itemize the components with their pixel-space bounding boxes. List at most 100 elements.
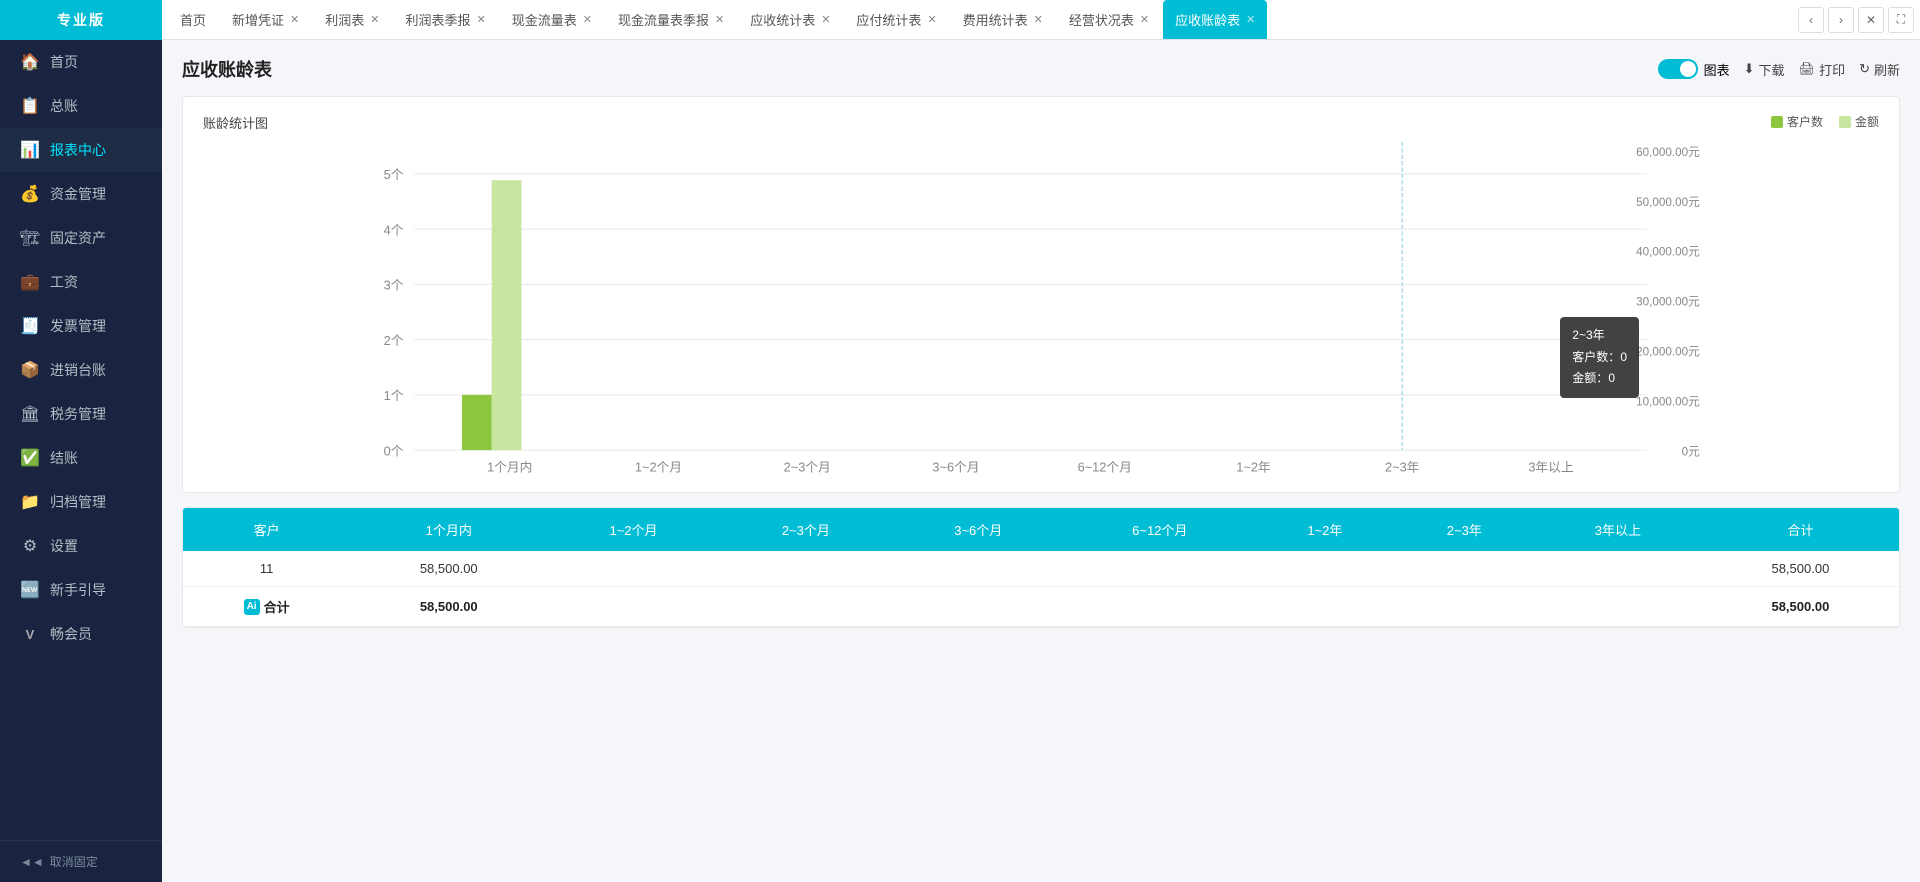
page-title: 应收账龄表 — [182, 56, 272, 82]
tab-payable-stat-close[interactable]: ✕ — [927, 13, 936, 26]
th-1m: 1个月内 — [350, 508, 547, 551]
tab-new-voucher-close[interactable]: ✕ — [290, 13, 299, 26]
td-3-6m — [892, 551, 1064, 587]
th-total: 合计 — [1702, 508, 1899, 551]
pin-icon: ◄◄ — [20, 855, 44, 869]
total-icon: Ai — [244, 599, 260, 615]
chart-toggle-label: 图表 — [1704, 60, 1730, 79]
tax-icon: 🏛 — [20, 404, 40, 424]
total-label: 合计 — [264, 597, 290, 616]
total-total: 58,500.00 — [1702, 587, 1899, 627]
tab-profit[interactable]: 利润表 ✕ — [313, 0, 391, 39]
tab-business-stat[interactable]: 经营状况表 ✕ — [1057, 0, 1161, 39]
sidebar-item-salary[interactable]: 💼 工资 — [0, 260, 162, 304]
sidebar-label-funds: 资金管理 — [50, 184, 106, 204]
tab-business-stat-label: 经营状况表 — [1069, 10, 1134, 29]
sidebar-item-member[interactable]: V 畅会员 — [0, 612, 162, 656]
total-row-icon: Ai 合计 — [244, 597, 290, 616]
total-6-12m — [1064, 587, 1255, 627]
tab-expense-stat[interactable]: 费用统计表 ✕ — [951, 0, 1055, 39]
archive-icon: 📁 — [20, 492, 40, 512]
tab-receivable-stat-close[interactable]: ✕ — [821, 13, 830, 26]
sidebar-item-funds[interactable]: 💰 资金管理 — [0, 172, 162, 216]
tab-cashflow-label: 现金流量表 — [512, 10, 577, 29]
refresh-button[interactable]: ↻ 刷新 — [1859, 60, 1900, 79]
td-2-3m — [720, 551, 892, 587]
sidebar-item-settings[interactable]: ⚙ 设置 — [0, 524, 162, 568]
total-label-cell: Ai 合计 — [183, 587, 350, 627]
chart-toggle[interactable] — [1658, 59, 1698, 79]
download-icon: ⬇ — [1744, 61, 1755, 77]
tab-business-stat-close[interactable]: ✕ — [1140, 13, 1149, 26]
total-1-2y — [1255, 587, 1394, 627]
page-actions: 图表 ⬇ 下载 🖨 打印 ↻ 刷新 — [1658, 59, 1900, 79]
tab-close-button[interactable]: ✕ — [1858, 7, 1884, 33]
svg-text:2~3个月: 2~3个月 — [784, 459, 831, 474]
chart-container: 0个 1个 2个 3个 4个 5个 0元 10,000.00元 20,000.0… — [203, 142, 1879, 482]
tab-payable-stat-label: 应付统计表 — [856, 10, 921, 29]
home-icon: 🏠 — [20, 52, 40, 72]
data-table: 客户 1个月内 1~2个月 2~3个月 3~6个月 6~12个月 1~2年 2~… — [183, 508, 1899, 627]
tab-next-button[interactable]: › — [1828, 7, 1854, 33]
tab-receivable-stat[interactable]: 应收统计表 ✕ — [738, 0, 842, 39]
sidebar-item-invoice[interactable]: 🧾 发票管理 — [0, 304, 162, 348]
app-logo: 专业版 — [0, 0, 162, 40]
sidebar-pin-toggle[interactable]: ◄◄ 取消固定 — [0, 840, 162, 882]
tab-bar: 首页 新增凭证 ✕ 利润表 ✕ 利润表季报 ✕ 现金流量表 ✕ 现金流量表季报 … — [162, 0, 1920, 40]
total-3-6m — [892, 587, 1064, 627]
legend-customers: 客户数 — [1771, 113, 1823, 130]
sidebar-item-tax[interactable]: 🏛 税务管理 — [0, 392, 162, 436]
tab-new-voucher[interactable]: 新增凭证 ✕ — [220, 0, 311, 39]
checkout-icon: ✅ — [20, 448, 40, 468]
tab-new-voucher-label: 新增凭证 — [232, 10, 284, 29]
download-button[interactable]: ⬇ 下载 — [1744, 60, 1785, 79]
tab-profit-quarter-close[interactable]: ✕ — [477, 13, 486, 26]
invoice-icon: 🧾 — [20, 316, 40, 336]
legend-customers-label: 客户数 — [1787, 113, 1823, 130]
refresh-label: 刷新 — [1874, 60, 1900, 79]
member-icon: V — [20, 627, 40, 642]
tab-cashflow[interactable]: 现金流量表 ✕ — [500, 0, 604, 39]
sidebar-item-checkout[interactable]: ✅ 结账 — [0, 436, 162, 480]
tab-expense-stat-close[interactable]: ✕ — [1034, 13, 1043, 26]
sidebar-item-reports[interactable]: 📊 报表中心 — [0, 128, 162, 172]
print-label: 打印 — [1819, 60, 1845, 79]
reports-icon: 📊 — [20, 140, 40, 160]
tab-ar-aging-close[interactable]: ✕ — [1246, 13, 1255, 26]
tab-ar-aging-label: 应收账龄表 — [1175, 10, 1240, 29]
sidebar-item-guide[interactable]: 🆕 新手引导 — [0, 568, 162, 612]
th-2-3m: 2~3个月 — [720, 508, 892, 551]
tab-home[interactable]: 首页 — [168, 0, 218, 39]
sidebar-item-ledger[interactable]: 📋 总账 — [0, 84, 162, 128]
svg-text:1~2年: 1~2年 — [1236, 459, 1271, 474]
tab-ar-aging[interactable]: 应收账龄表 ✕ — [1163, 0, 1267, 39]
svg-text:3~6个月: 3~6个月 — [932, 459, 979, 474]
tab-cashflow-close[interactable]: ✕ — [583, 13, 592, 26]
tab-cashflow-quarter-close[interactable]: ✕ — [715, 13, 724, 26]
td-1-2y — [1255, 551, 1394, 587]
tab-profit-quarter[interactable]: 利润表季报 ✕ — [393, 0, 497, 39]
sidebar-item-home[interactable]: 🏠 首页 — [0, 40, 162, 84]
sidebar-item-archive[interactable]: 📁 归档管理 — [0, 480, 162, 524]
svg-text:2~3年: 2~3年 — [1385, 459, 1420, 474]
th-customer: 客户 — [183, 508, 350, 551]
sidebar-label-reports: 报表中心 — [50, 140, 106, 160]
sidebar-item-sales[interactable]: 📦 进销台账 — [0, 348, 162, 392]
svg-text:1~2个月: 1~2个月 — [635, 459, 682, 474]
sidebar-label-sales: 进销台账 — [50, 360, 106, 380]
tab-prev-button[interactable]: ‹ — [1798, 7, 1824, 33]
sidebar-item-fixed-assets[interactable]: 🏗 固定资产 — [0, 216, 162, 260]
tab-expand-button[interactable]: ⛶ — [1888, 7, 1914, 33]
svg-text:1个月内: 1个月内 — [487, 459, 532, 474]
table-section: 客户 1个月内 1~2个月 2~3个月 3~6个月 6~12个月 1~2年 2~… — [182, 507, 1900, 628]
sidebar-label-archive: 归档管理 — [50, 492, 106, 512]
tab-profit-close[interactable]: ✕ — [370, 13, 379, 26]
tab-profit-quarter-label: 利润表季报 — [405, 10, 470, 29]
tab-payable-stat[interactable]: 应付统计表 ✕ — [844, 0, 948, 39]
page-content: 应收账龄表 图表 ⬇ 下载 🖨 打印 ↻ 刷新 — [162, 40, 1920, 882]
print-button[interactable]: 🖨 打印 — [1799, 60, 1846, 79]
tab-cashflow-quarter[interactable]: 现金流量表季报 ✕ — [606, 0, 736, 39]
table-row: 11 58,500.00 58,500.00 — [183, 551, 1899, 587]
svg-text:60,000.00元: 60,000.00元 — [1636, 146, 1700, 159]
tab-controls: ‹ › ✕ ⛶ — [1798, 7, 1914, 33]
